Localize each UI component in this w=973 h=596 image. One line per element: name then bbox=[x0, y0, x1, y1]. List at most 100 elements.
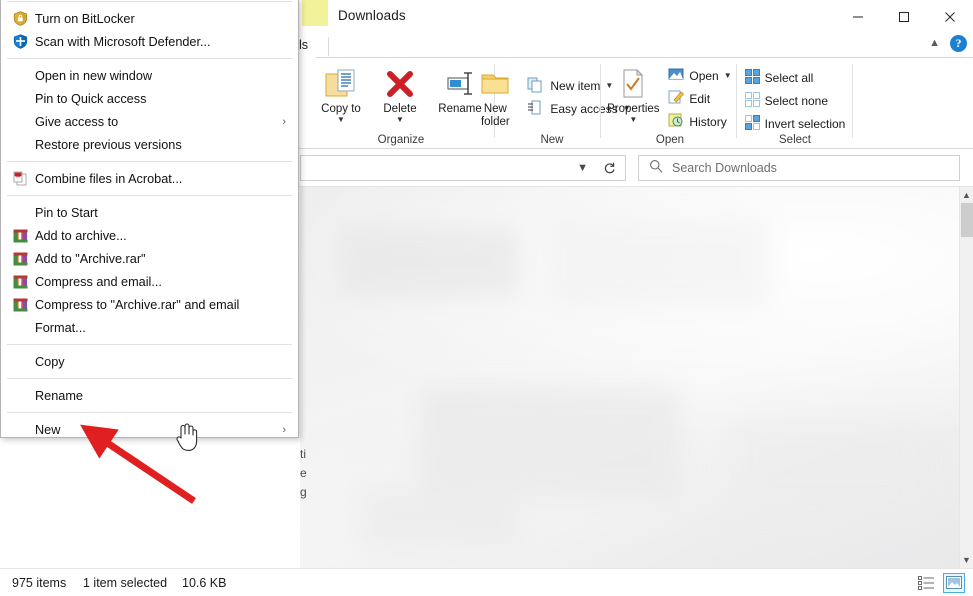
vertical-scrollbar[interactable]: ▲ ▼ bbox=[959, 187, 973, 568]
ribbon-group-label-new: New bbox=[540, 134, 564, 146]
edit-button[interactable]: Edit bbox=[664, 87, 735, 110]
properties-caret-icon[interactable]: ▼ bbox=[629, 116, 637, 124]
menu-item-give-access-to[interactable]: Give access to › bbox=[1, 110, 298, 133]
menu-item-pin-to-quick-access[interactable]: Pin to Quick access bbox=[1, 87, 298, 110]
menu-item-open-in-new-window[interactable]: Open in new window bbox=[1, 64, 298, 87]
address-bar[interactable]: ▼ bbox=[300, 155, 595, 181]
refresh-button[interactable] bbox=[594, 155, 626, 181]
window-title: Downloads bbox=[338, 8, 406, 23]
menu-separator-3 bbox=[7, 195, 292, 196]
ribbon-separator-3 bbox=[736, 64, 737, 138]
help-icon[interactable]: ? bbox=[950, 35, 967, 52]
large-icons-view-icon[interactable] bbox=[943, 572, 965, 593]
edit-icon bbox=[668, 90, 685, 107]
chevron-up-icon[interactable]: ▲ bbox=[929, 38, 940, 49]
ribbon-group-open: Properties ▼ Open ▼ Edit History Open bbox=[604, 58, 736, 148]
new-folder-label: New folder bbox=[480, 103, 510, 128]
open-button[interactable]: Open ▼ bbox=[664, 64, 735, 87]
tab-color-swatch bbox=[302, 0, 328, 26]
blurred-file-grid bbox=[300, 187, 959, 568]
invert-selection-label: Invert selection bbox=[764, 116, 846, 131]
no-icon bbox=[9, 68, 31, 84]
file-list-area[interactable]: ti e g ▲ ▼ bbox=[300, 187, 973, 596]
ribbon-separator-4 bbox=[852, 64, 853, 138]
no-icon bbox=[9, 320, 31, 336]
menu-separator-4 bbox=[7, 344, 292, 345]
menu-item-scan-with-defender[interactable]: Scan with Microsoft Defender... bbox=[1, 30, 298, 53]
chevron-down-icon[interactable]: ▼ bbox=[577, 162, 588, 174]
winrar-icon bbox=[9, 228, 31, 244]
menu-label: Compress to "Archive.rar" and email bbox=[35, 297, 240, 312]
ribbon-group-label-select: Select bbox=[779, 134, 811, 146]
winrar-icon bbox=[9, 297, 31, 313]
copy-to-button[interactable]: Copy to ▼ bbox=[311, 60, 371, 124]
history-icon bbox=[668, 113, 684, 130]
invert-selection-icon bbox=[744, 114, 760, 133]
new-folder-button[interactable]: New folder bbox=[469, 60, 521, 129]
context-menu[interactable]: Turn on BitLocker Scan with Microsoft De… bbox=[0, 0, 299, 438]
copy-to-caret-icon[interactable]: ▼ bbox=[337, 116, 345, 124]
acrobat-icon bbox=[9, 171, 31, 187]
menu-label: Open in new window bbox=[35, 68, 153, 83]
properties-button[interactable]: Properties ▼ bbox=[604, 60, 662, 133]
menu-item-format[interactable]: Format... bbox=[1, 316, 298, 339]
close-button[interactable] bbox=[927, 0, 973, 34]
tab-divider bbox=[328, 37, 329, 56]
chevron-right-icon: › bbox=[282, 423, 286, 436]
delete-caret-icon[interactable]: ▼ bbox=[396, 116, 404, 124]
menu-item-rename[interactable]: Rename bbox=[1, 384, 298, 407]
open-icon bbox=[668, 67, 684, 84]
screen: Downloads ols ▲ ? Copy to ▼ Delete ▼ Ren… bbox=[0, 0, 973, 596]
menu-item-restore-previous-versions[interactable]: Restore previous versions bbox=[1, 133, 298, 156]
minimize-button[interactable] bbox=[835, 0, 881, 34]
new-folder-icon bbox=[479, 66, 511, 102]
no-icon bbox=[9, 354, 31, 370]
copy-to-icon bbox=[324, 66, 358, 102]
menu-label: Compress and email... bbox=[35, 274, 162, 289]
new-item-icon bbox=[527, 77, 545, 96]
search-icon bbox=[649, 159, 663, 178]
select-all-button[interactable]: Select all bbox=[741, 66, 818, 89]
invert-selection-button[interactable]: Invert selection bbox=[741, 112, 850, 135]
details-view-icon[interactable] bbox=[915, 573, 937, 593]
partial-text-column: ti e g bbox=[300, 447, 307, 499]
properties-icon bbox=[619, 66, 647, 102]
open-caret-icon[interactable]: ▼ bbox=[724, 71, 732, 80]
menu-label: Rename bbox=[35, 388, 83, 403]
history-button[interactable]: History bbox=[664, 110, 735, 133]
menu-item-compress-to-archive-and-email[interactable]: Compress to "Archive.rar" and email bbox=[1, 293, 298, 316]
menu-label: Pin to Start bbox=[35, 205, 98, 220]
view-buttons bbox=[915, 572, 965, 593]
menu-item-add-to-archive[interactable]: Add to archive... bbox=[1, 224, 298, 247]
menu-label: Turn on BitLocker bbox=[35, 11, 135, 26]
menu-item-add-to-archive-rar[interactable]: Add to "Archive.rar" bbox=[1, 247, 298, 270]
scroll-up-arrow-icon[interactable]: ▲ bbox=[962, 187, 971, 203]
menu-label: Format... bbox=[35, 320, 86, 335]
maximize-button[interactable] bbox=[881, 0, 927, 34]
search-box[interactable]: Search Downloads bbox=[638, 155, 960, 181]
menu-item-pin-to-start[interactable]: Pin to Start bbox=[1, 201, 298, 224]
select-all-icon bbox=[744, 68, 760, 87]
menu-item-copy[interactable]: Copy bbox=[1, 350, 298, 373]
menu-item-turn-on-bitlocker[interactable]: Turn on BitLocker bbox=[1, 7, 298, 30]
menu-label: Copy bbox=[35, 354, 65, 369]
ribbon-group-organize: Copy to ▼ Delete ▼ Rename Organize bbox=[308, 58, 494, 148]
select-none-button[interactable]: Select none bbox=[741, 89, 832, 112]
menu-item-new[interactable]: New › bbox=[1, 418, 298, 437]
mouse-cursor-hand-icon bbox=[174, 420, 200, 457]
winrar-icon bbox=[9, 251, 31, 267]
ribbon-help-area: ▲ ? bbox=[929, 35, 967, 52]
edit-label: Edit bbox=[689, 91, 711, 106]
scrollbar-thumb[interactable] bbox=[961, 203, 973, 237]
menu-item-combine-files-in-acrobat[interactable]: Combine files in Acrobat... bbox=[1, 167, 298, 190]
menu-label: New bbox=[35, 422, 61, 437]
status-bar: 975 items 1 item selected 10.6 KB bbox=[0, 568, 973, 596]
delete-button[interactable]: Delete ▼ bbox=[371, 60, 429, 124]
menu-label: Add to archive... bbox=[35, 228, 127, 243]
ribbon-group-select: Select all Select none Invert selection … bbox=[740, 58, 850, 148]
search-input[interactable]: Search Downloads bbox=[672, 161, 777, 175]
scroll-down-arrow-icon[interactable]: ▼ bbox=[962, 552, 971, 568]
menu-item-compress-and-email[interactable]: Compress and email... bbox=[1, 270, 298, 293]
menu-separator-2 bbox=[7, 161, 292, 162]
menu-label: Scan with Microsoft Defender... bbox=[35, 34, 211, 49]
